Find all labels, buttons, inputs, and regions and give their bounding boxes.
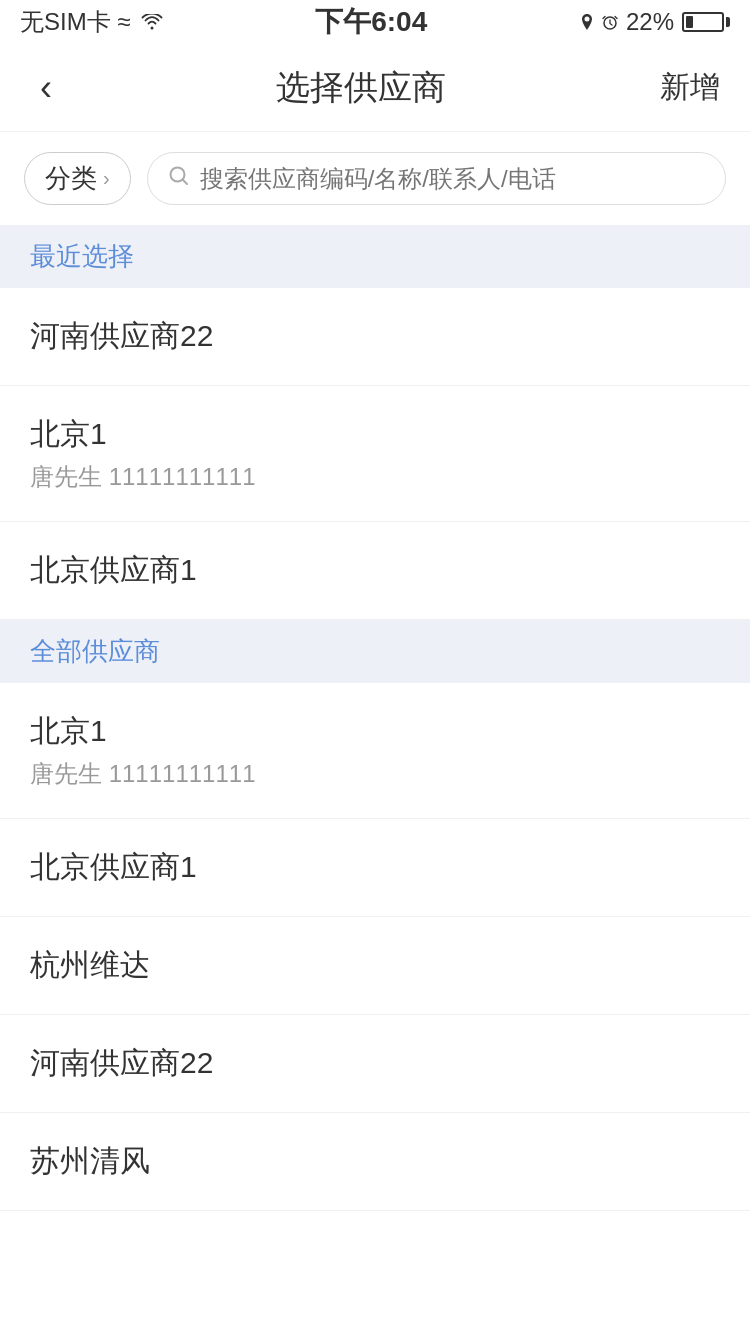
- recent-section-header: 最近选择: [0, 225, 750, 288]
- add-button[interactable]: 新增: [660, 67, 720, 108]
- location-icon: [580, 8, 594, 36]
- category-button[interactable]: 分类 ›: [24, 152, 131, 205]
- recent-section-label: 最近选择: [30, 241, 134, 271]
- item-sub: 唐先生 11111111111: [30, 461, 720, 493]
- item-name: 苏州清风: [30, 1141, 720, 1182]
- item-name: 河南供应商22: [30, 1043, 720, 1084]
- all-section-label: 全部供应商: [30, 636, 160, 666]
- item-name: 北京1: [30, 414, 720, 455]
- search-input[interactable]: [200, 165, 705, 193]
- list-item[interactable]: 苏州清风: [0, 1113, 750, 1211]
- chevron-right-icon: ›: [103, 167, 110, 190]
- item-name: 杭州维达: [30, 945, 720, 986]
- wifi-icon: [141, 8, 163, 36]
- item-name: 河南供应商22: [30, 316, 720, 357]
- status-left: 无SIM卡 ≈: [20, 6, 163, 38]
- list-item[interactable]: 北京1 唐先生 11111111111: [0, 386, 750, 522]
- all-section-header: 全部供应商: [0, 620, 750, 683]
- nav-bar: ‹ 选择供应商 新增: [0, 44, 750, 132]
- list-item[interactable]: 北京供应商1: [0, 522, 750, 620]
- search-box[interactable]: [147, 152, 726, 205]
- list-item[interactable]: 杭州维达: [0, 917, 750, 1015]
- category-label: 分类: [45, 161, 97, 196]
- list-item[interactable]: 河南供应商22: [0, 288, 750, 386]
- page-title: 选择供应商: [276, 65, 446, 111]
- all-list: 北京1 唐先生 11111111111 北京供应商1 杭州维达河南供应商22 苏州清风: [0, 683, 750, 1211]
- item-sub: 唐先生 11111111111: [30, 758, 720, 790]
- filter-bar: 分类 ›: [0, 132, 750, 225]
- list-item[interactable]: 河南供应商22: [0, 1015, 750, 1113]
- status-time: 下午6:04: [315, 3, 427, 41]
- status-bar: 无SIM卡 ≈ 下午6:04 22%: [0, 0, 750, 44]
- recent-list: 河南供应商22 北京1 唐先生 11111111111 北京供应商1: [0, 288, 750, 620]
- status-right: 22%: [580, 8, 730, 36]
- search-icon: [168, 163, 190, 194]
- list-item[interactable]: 北京供应商1: [0, 819, 750, 917]
- item-name: 北京供应商1: [30, 847, 720, 888]
- back-button[interactable]: ‹: [30, 57, 62, 119]
- battery-percentage: 22%: [626, 8, 674, 36]
- item-name: 北京供应商1: [30, 550, 720, 591]
- battery-icon: [682, 12, 730, 32]
- item-name: 北京1: [30, 711, 720, 752]
- alarm-icon: [602, 8, 618, 36]
- list-item[interactable]: 北京1 唐先生 11111111111: [0, 683, 750, 819]
- no-sim-label: 无SIM卡 ≈: [20, 6, 131, 38]
